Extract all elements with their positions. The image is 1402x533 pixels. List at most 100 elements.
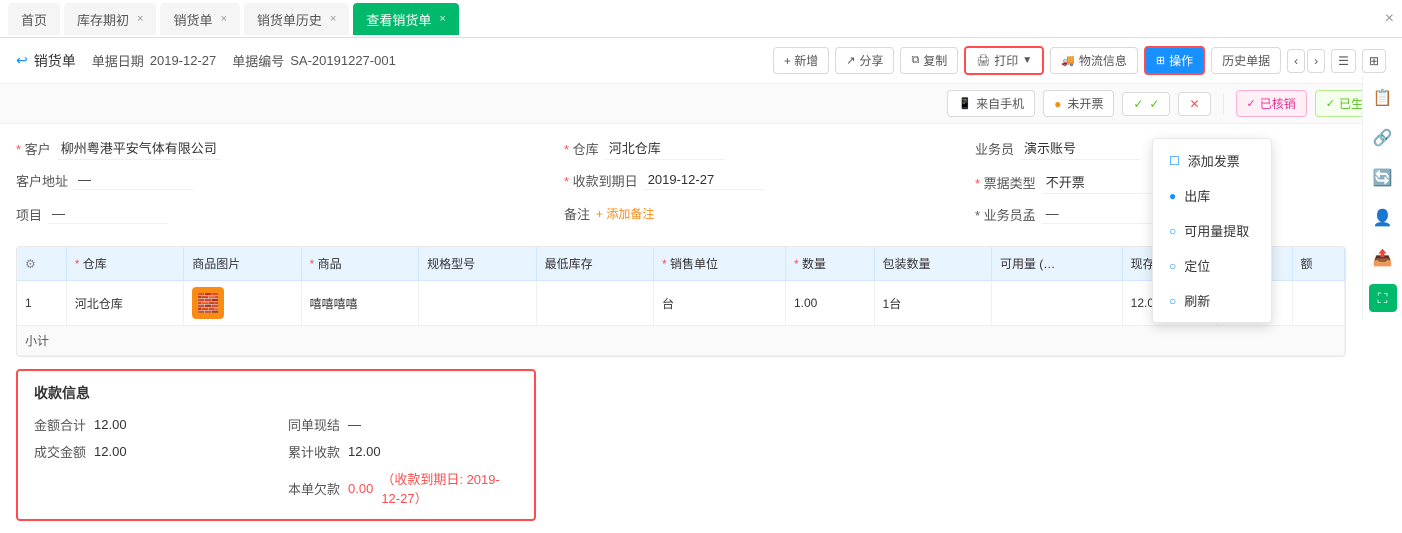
staff-value: 演示账号: [1020, 136, 1140, 160]
next-arrow[interactable]: ›: [1307, 49, 1325, 73]
payment-info-panel: 收款信息 金额合计 12.00 同单现结 — 成交金额 12.00 累计收款 1…: [16, 369, 536, 521]
divider: [1223, 94, 1224, 114]
address-label: 客户地址: [16, 171, 68, 190]
available-qty-icon: ○: [1169, 224, 1176, 238]
gear-icon: ⚙: [25, 257, 36, 271]
copy-button[interactable]: ⧉ 复制: [900, 47, 958, 74]
address-field: 客户地址 —: [16, 170, 564, 190]
col-available: 可用量 (…: [991, 247, 1122, 281]
tab-inventory-init[interactable]: 库存期初 ×: [64, 3, 156, 35]
subtotal-row: 小计: [17, 326, 1345, 356]
history-button-label: 历史单据: [1222, 52, 1270, 69]
confirm-button[interactable]: ✓: [1122, 92, 1170, 116]
print-button[interactable]: 🖨 打印 ▼: [964, 46, 1044, 75]
cell-pack-qty: 1台: [874, 281, 991, 326]
total-amount-value: 12.00: [94, 417, 127, 432]
salesperson-label: * 业务员孟: [975, 205, 1036, 224]
available-qty-item[interactable]: ○ 可用量提取: [1153, 213, 1271, 248]
tab-sales-history-close[interactable]: ×: [330, 13, 336, 25]
project-field: 项目 —: [16, 204, 564, 224]
cell-available: [991, 281, 1122, 326]
col-product: 商品: [301, 247, 418, 281]
doc-icon: ↩: [16, 52, 28, 69]
tab-sales-order-close[interactable]: ×: [220, 13, 226, 25]
project-value: —: [48, 204, 168, 224]
share-button[interactable]: ↗ 分享: [835, 47, 894, 74]
sidebar-user-icon[interactable]: 👤: [1369, 204, 1397, 232]
locate-item[interactable]: ○ 定位: [1153, 248, 1271, 283]
doc-date-value: 2019-12-27: [150, 53, 217, 68]
outbound-item[interactable]: ● 出库: [1153, 178, 1271, 213]
sidebar-refresh-icon[interactable]: 🔄: [1369, 164, 1397, 192]
new-button[interactable]: + 新增: [773, 47, 829, 74]
sidebar-export-icon[interactable]: 📤: [1369, 244, 1397, 272]
project-label: 项目: [16, 205, 42, 224]
ticket-type-value: 不开票: [1042, 170, 1162, 194]
customer-value: 柳州粤港平安气体有限公司: [57, 136, 221, 160]
window-close-button[interactable]: ×: [1385, 10, 1394, 28]
order-arrears-label: 本单欠款: [288, 479, 340, 498]
new-button-label: + 新增: [784, 52, 818, 69]
ticket-type-label: 票据类型: [975, 173, 1036, 192]
doc-no-value: SA-20191227-001: [290, 53, 396, 68]
subtotal-label: 小计: [17, 326, 1345, 356]
cell-warehouse: 河北仓库: [66, 281, 183, 326]
tab-home[interactable]: 首页: [8, 3, 60, 35]
cumulative-receipt-value: 12.00: [348, 444, 381, 459]
add-invoice-item[interactable]: ☐ 添加发票: [1153, 143, 1271, 178]
col-gear: ⚙: [17, 247, 66, 281]
cell-amount: [1292, 281, 1344, 326]
product-icon: 🧱: [197, 293, 219, 314]
tab-sales-order[interactable]: 销货单 ×: [160, 3, 239, 35]
logistics-button[interactable]: 🚚 物流信息: [1050, 47, 1138, 74]
payment-info-grid: 金额合计 12.00 同单现结 — 成交金额 12.00 累计收款 12.00: [34, 415, 518, 507]
address-value: —: [74, 170, 194, 190]
prev-arrow[interactable]: ‹: [1287, 49, 1305, 73]
available-qty-label: 可用量提取: [1184, 221, 1249, 240]
right-sidebar: 📋 🔗 🔄 👤 📤 ⛶: [1362, 76, 1402, 320]
toolbar-row: 📱 来自手机 未开票 ✓ ✕ ✓ 已核销 ✓ 已生效: [0, 84, 1402, 124]
tab-view-sales-close[interactable]: ×: [439, 13, 445, 25]
same-order-label: 同单现结: [288, 415, 340, 434]
customer-label: 客户: [16, 139, 51, 158]
from-mobile-button[interactable]: 📱 来自手机: [947, 90, 1035, 117]
warehouse-value: 河北仓库: [605, 136, 725, 160]
col-sales-unit: 销售单位: [654, 247, 786, 281]
note-label: 备注: [564, 204, 590, 223]
add-note-button[interactable]: + 添加备注: [596, 205, 654, 222]
same-order-row: 同单现结 —: [288, 415, 518, 434]
payment-date-value: 2019-12-27: [644, 170, 764, 190]
sidebar-link-icon[interactable]: 🔗: [1369, 124, 1397, 152]
view-toggle-list[interactable]: ☰: [1331, 49, 1356, 73]
tab-sales-history[interactable]: 销货单历史 ×: [244, 3, 349, 35]
product-image: 🧱: [192, 287, 224, 319]
not-open-button[interactable]: 未开票: [1043, 90, 1114, 117]
col-min-stock: 最低库存: [536, 247, 653, 281]
cancel-toolbar-button[interactable]: ✕: [1178, 92, 1210, 116]
view-toggle-grid[interactable]: ⊞: [1362, 49, 1386, 73]
sidebar-expand-icon[interactable]: ⛶: [1369, 284, 1397, 312]
edit-icon: 📋: [1373, 88, 1393, 108]
sold-button[interactable]: ✓ 已核销: [1236, 90, 1307, 117]
payment-date-field: 收款到期日 2019-12-27: [564, 170, 975, 190]
transaction-amount-label: 成交金额: [34, 442, 86, 461]
copy-button-label: 复制: [923, 52, 947, 69]
salesperson-value: —: [1042, 204, 1162, 224]
sold-label: 已核销: [1260, 95, 1296, 112]
sidebar-edit-icon[interactable]: 📋: [1369, 84, 1397, 112]
refresh-item[interactable]: ○ 刷新: [1153, 283, 1271, 318]
col-warehouse: 仓库: [66, 247, 183, 281]
operation-button-label: 操作: [1169, 52, 1193, 69]
total-amount-label: 金额合计: [34, 415, 86, 434]
cell-spec: [419, 281, 536, 326]
col-amount: 额: [1292, 247, 1344, 281]
tab-view-sales[interactable]: 查看销货单 ×: [353, 3, 458, 35]
transaction-amount-value: 12.00: [94, 444, 127, 459]
tab-inventory-init-close[interactable]: ×: [137, 13, 143, 25]
history-button[interactable]: 历史单据: [1211, 47, 1281, 74]
doc-title-text: 销货单: [34, 51, 76, 71]
order-arrears-row: 本单欠款 0.00 （收款到期日: 2019-12-27）: [288, 469, 518, 507]
nav-arrows: ‹ ›: [1287, 49, 1325, 73]
operation-button[interactable]: ⊞ 操作: [1144, 46, 1205, 75]
cell-product: 嘻嘻嘻嘻: [301, 281, 418, 326]
